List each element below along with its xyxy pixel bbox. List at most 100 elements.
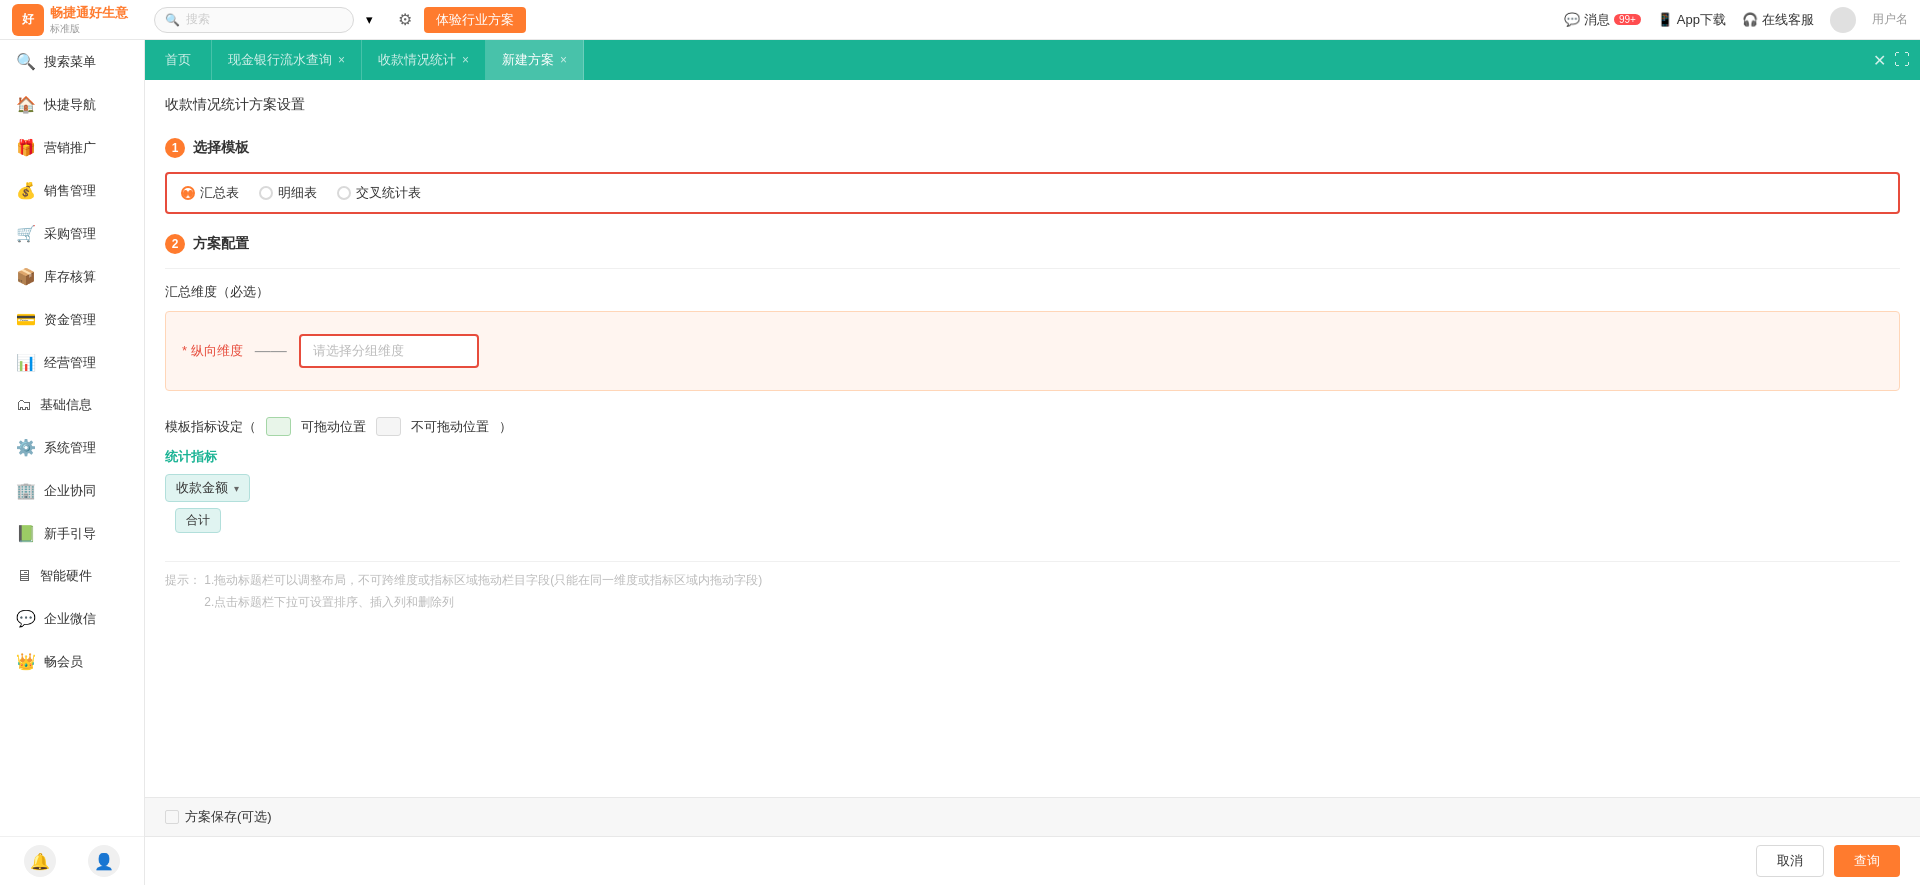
metric-tag-label: 收款金额 [176,479,228,497]
metrics-section: 模板指标设定（ 可拖动位置 不可拖动位置 ） 统计指标 收款金额 [165,407,1900,545]
hint-1: 提示： 1.拖动标题栏可以调整布局，不可跨维度或指标区域拖动栏目字段(只能在同一… [165,570,1900,592]
tab-payment-stat-close[interactable]: × [462,53,469,67]
radio-detail[interactable]: 明细表 [259,184,317,202]
radio-detail-label: 明细表 [278,184,317,202]
radio-cross[interactable]: 交叉统计表 [337,184,421,202]
top-bar-right: 💬 消息 99+ 📱 App下载 🎧 在线客服 用户名 [1564,7,1908,33]
tab-close-btn[interactable]: ✕ [1873,51,1886,70]
dimension-input[interactable]: 请选择分组维度 [299,334,479,368]
query-button[interactable]: 查询 [1834,845,1900,877]
draggable-badge [266,417,291,436]
page-content: 收款情况统计方案设置 1 选择模板 汇总表 明细表 [145,80,1920,797]
purchase-icon: 🛒 [16,224,36,243]
download-icon: 📱 [1657,12,1673,27]
inventory-icon: 📦 [16,267,36,286]
sidebar-item-label: 库存核算 [44,268,96,286]
sidebar-item-label: 快捷导航 [44,96,96,114]
sidebar-item-marketing[interactable]: 🎁 营销推广 [0,126,144,169]
non-draggable-badge [376,417,401,436]
tab-home[interactable]: 首页 [145,40,212,80]
quick-nav-icon: 🏠 [16,95,36,114]
marketing-icon: 🎁 [16,138,36,157]
section-template: 1 选择模板 汇总表 明细表 [165,138,1900,214]
template-options: 汇总表 明细表 交叉统计表 [165,172,1900,214]
metrics-header-text: 模板指标设定（ [165,418,256,436]
sidebar-bottom: 🔔 👤 [0,836,144,885]
download-btn[interactable]: 📱 App下载 [1657,11,1726,29]
tab-new-scheme[interactable]: 新建方案 × [486,40,584,80]
sidebar-item-label: 采购管理 [44,225,96,243]
sidebar-bottom-icon-2[interactable]: 👤 [88,845,120,877]
settings-icon[interactable]: ⚙ [398,10,412,29]
tab-new-scheme-label: 新建方案 [502,51,554,69]
hints: 提示： 1.拖动标题栏可以调整布局，不可跨维度或指标区域拖动栏目字段(只能在同一… [165,561,1900,621]
section1-title: 选择模板 [193,139,249,157]
logo-icon: 好 [12,4,44,36]
sidebar-item-label: 资金管理 [44,311,96,329]
service-label: 在线客服 [1762,11,1814,29]
tab-new-scheme-close[interactable]: × [560,53,567,67]
metric-tag-payment[interactable]: 收款金额 ▾ [165,474,250,502]
wechat-icon: 💬 [16,609,36,628]
sidebar-item-wechat[interactable]: 💬 企业微信 [0,597,144,640]
tab-bank-flow[interactable]: 现金银行流水查询 × [212,40,362,80]
sidebar-item-label: 基础信息 [40,396,92,414]
top-bar: 好 畅捷通好生意 标准版 🔍 搜索 ▾ ⚙ 体验行业方案 💬 消息 99+ 📱 … [0,0,1920,40]
industry-btn[interactable]: 体验行业方案 [424,7,526,33]
sidebar-item-label: 搜索菜单 [44,53,96,71]
sidebar-item-operations[interactable]: 📊 经营管理 [0,341,144,384]
sidebar-item-system[interactable]: ⚙️ 系统管理 [0,426,144,469]
sidebar-item-label: 经营管理 [44,354,96,372]
caret-icon[interactable]: ▾ [234,483,239,494]
radio-cross-label: 交叉统计表 [356,184,421,202]
sidebar-item-guide[interactable]: 📗 新手引导 [0,512,144,555]
message-badge: 99+ [1614,14,1641,25]
page-inner: 收款情况统计方案设置 1 选择模板 汇总表 明细表 [145,80,1920,797]
tab-bar: 首页 现金银行流水查询 × 收款情况统计 × 新建方案 × ✕ ⛶ [145,40,1920,80]
tab-bank-flow-close[interactable]: × [338,53,345,67]
service-btn[interactable]: 🎧 在线客服 [1742,11,1814,29]
tab-payment-stat[interactable]: 收款情况统计 × [362,40,486,80]
content-area: 首页 现金银行流水查询 × 收款情况统计 × 新建方案 × ✕ ⛶ 收款情况统计… [145,40,1920,885]
section2-header: 2 方案配置 [165,234,1900,254]
hint-2: 2.点击标题栏下拉可设置排序、插入列和删除列 [165,592,1900,614]
radio-summary-label: 汇总表 [200,184,239,202]
sidebar-item-sales[interactable]: 💰 销售管理 [0,169,144,212]
sidebar-item-member[interactable]: 👑 畅会员 [0,640,144,683]
sidebar-item-corp[interactable]: 🏢 企业协同 [0,469,144,512]
sidebar-item-label: 智能硬件 [40,567,92,585]
section1-header: 1 选择模板 [165,138,1900,158]
sidebar-bottom-icon-1[interactable]: 🔔 [24,845,56,877]
user-name: 用户名 [1872,11,1908,28]
save-checkbox[interactable]: 方案保存(可选) [165,808,272,826]
dimension-arrow: —— [255,342,287,360]
sidebar-item-label: 企业微信 [44,610,96,628]
cancel-button[interactable]: 取消 [1756,845,1824,877]
sidebar-item-inventory[interactable]: 📦 库存核算 [0,255,144,298]
sidebar-item-quick-nav[interactable]: 🏠 快捷导航 [0,83,144,126]
dimension-area: * 纵向维度 —— 请选择分组维度 [165,311,1900,391]
sidebar-item-search-menu[interactable]: 🔍 搜索菜单 [0,40,144,83]
dropdown-arrow[interactable]: ▾ [366,12,386,27]
checkbox-box[interactable] [165,810,179,824]
non-draggable-text: 不可拖动位置 [411,418,489,436]
metric-sub-row: 合计 [165,506,1900,535]
tab-expand-btn[interactable]: ⛶ [1894,51,1910,69]
sidebar-item-label: 销售管理 [44,182,96,200]
avatar[interactable] [1830,7,1856,33]
logo-version: 标准版 [50,22,128,36]
metric-tag-row: 收款金额 ▾ [165,474,1900,502]
sidebar-item-label: 畅会员 [44,653,83,671]
sidebar-item-base-info[interactable]: 🗂 基础信息 [0,384,144,426]
message-btn[interactable]: 💬 消息 99+ [1564,11,1641,29]
sidebar-item-finance[interactable]: 💳 资金管理 [0,298,144,341]
sidebar-item-purchase[interactable]: 🛒 采购管理 [0,212,144,255]
sidebar-item-label: 企业协同 [44,482,96,500]
logo-text: 畅捷通好生意 [50,4,128,22]
radio-summary[interactable]: 汇总表 [181,184,239,202]
operations-icon: 📊 [16,353,36,372]
sidebar-item-hardware[interactable]: 🖥 智能硬件 [0,555,144,597]
sales-icon: 💰 [16,181,36,200]
search-box[interactable]: 🔍 搜索 [154,7,354,33]
download-label: App下载 [1677,11,1726,29]
